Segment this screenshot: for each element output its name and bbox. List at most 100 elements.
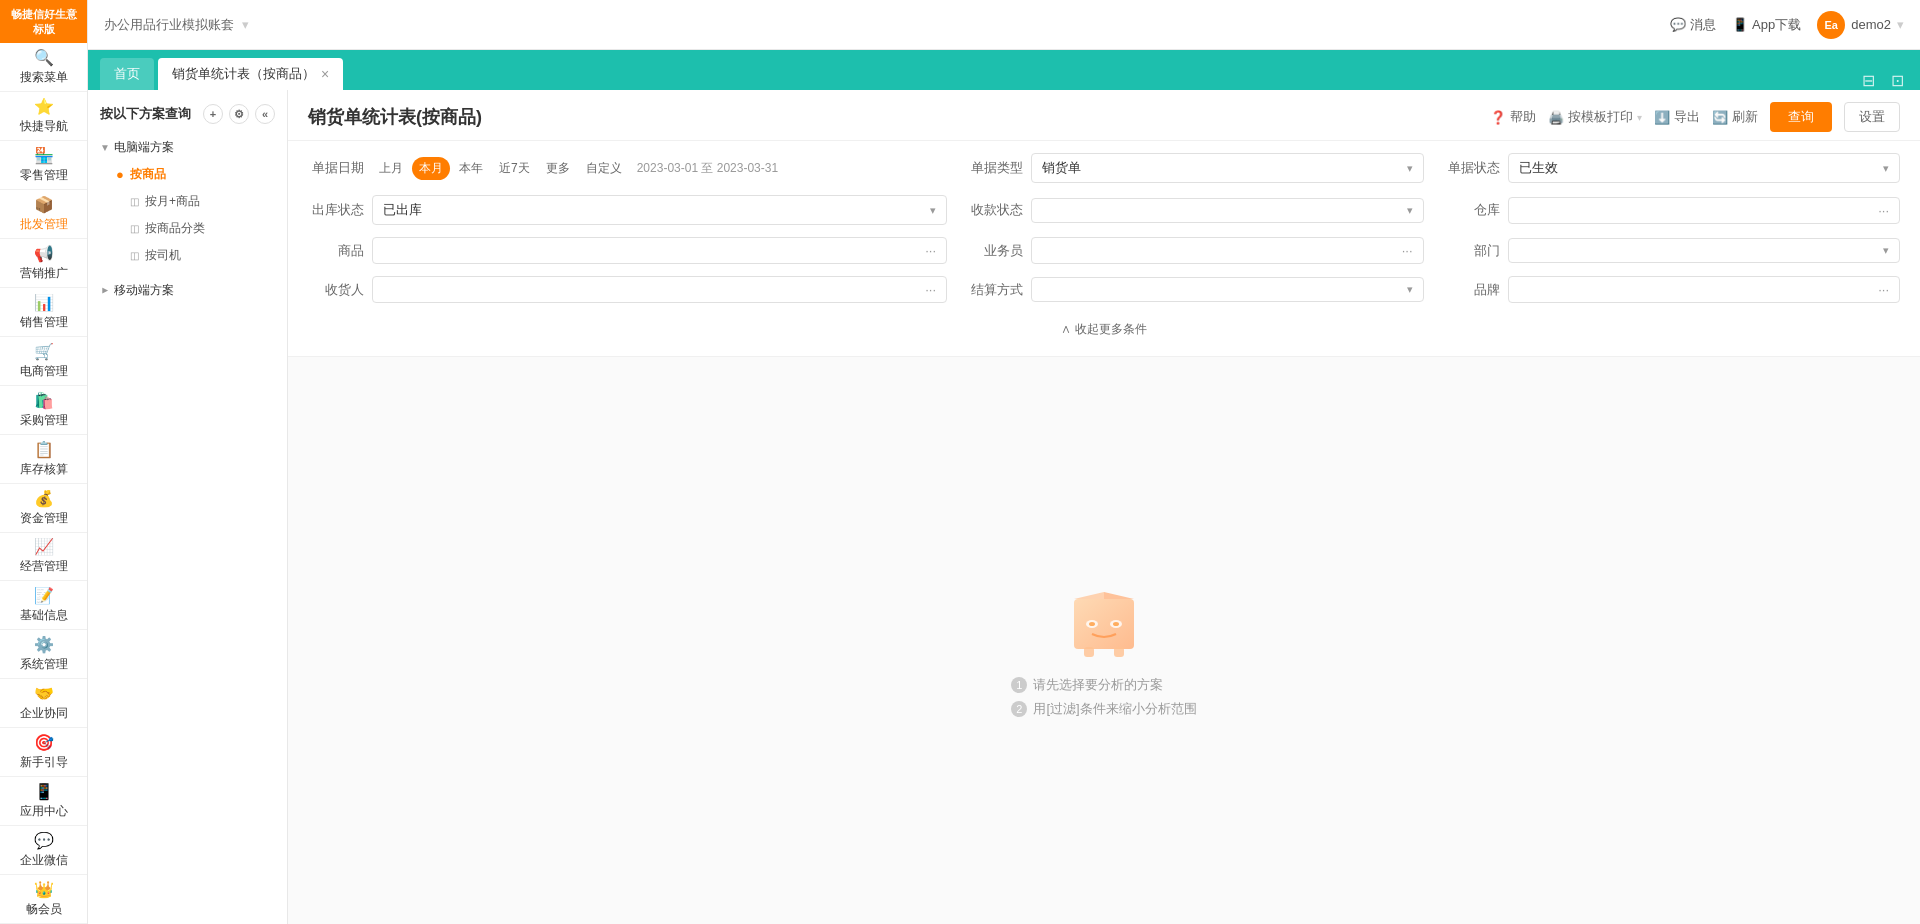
help-button[interactable]: ❓ 帮助 <box>1490 108 1536 126</box>
export-icon: ⬇️ <box>1654 110 1670 125</box>
empty-state: 1 请先选择要分析的方案 2 用[过滤]条件来缩小分析范围 <box>1011 564 1196 718</box>
filter-product: 商品 ··· <box>308 237 947 264</box>
settlement-control[interactable]: ▾ <box>1031 277 1423 302</box>
sidebar-icon-member: 👑 <box>34 880 54 899</box>
tab-maximize-button[interactable]: ⊡ <box>1887 71 1908 90</box>
settings-button[interactable]: 设置 <box>1844 102 1900 132</box>
tab-home[interactable]: 首页 <box>100 58 154 90</box>
tab-active[interactable]: 销货单统计表（按商品） × <box>158 58 343 90</box>
dept-control[interactable]: ▾ <box>1508 238 1900 263</box>
brand-label: 品牌 <box>1444 281 1500 299</box>
shortcut-this-month[interactable]: 本月 <box>412 157 450 180</box>
shortcut-7days[interactable]: 近7天 <box>492 157 537 180</box>
filter-brand: 品牌 ··· <box>1444 276 1900 303</box>
query-button[interactable]: 查询 <box>1770 102 1832 132</box>
warehouse-dots-icon: ··· <box>1878 203 1889 218</box>
sidebar-item-wholesale[interactable]: 📦批发管理 <box>0 190 87 239</box>
filter-row-1: 单据日期 上月 本月 本年 近7天 更多 自定义 2023-03-01 至 20… <box>308 153 1900 183</box>
sidebar-item-finance[interactable]: 💰资金管理 <box>0 484 87 533</box>
tree-item-by-category[interactable]: ◫ 按商品分类 <box>88 215 287 242</box>
collapse-filter-button[interactable]: ∧ 收起更多条件 <box>308 315 1900 344</box>
tree-group-pc: ▼ 电脑端方案 ● 按商品 ◫ 按月+商品 ◫ 按商品分类 ◫ 按司机 <box>88 130 287 273</box>
sidebar-item-ecommerce[interactable]: 🛒电商管理 <box>0 337 87 386</box>
user-avatar: Ea <box>1817 11 1845 39</box>
refresh-label: 刷新 <box>1732 108 1758 126</box>
tree-group-mobile: ▼ 移动端方案 <box>88 273 287 308</box>
settlement-label: 结算方式 <box>967 281 1023 299</box>
receiver-dots-icon: ··· <box>925 282 936 297</box>
sidebar-item-system[interactable]: ⚙️系统管理 <box>0 630 87 679</box>
filter-row-2: 出库状态 已出库 ▾ 收款状态 ▾ 仓库 <box>308 195 1900 225</box>
sidebar-item-operations[interactable]: 📈经营管理 <box>0 533 87 582</box>
print-chevron: ▾ <box>1637 112 1642 123</box>
panel-actions: + ⚙ « <box>203 104 275 124</box>
tree-group-mobile-label: 移动端方案 <box>114 282 174 299</box>
sidebar-item-quick[interactable]: ⭐快捷导航 <box>0 92 87 141</box>
panel-settings-button[interactable]: ⚙ <box>229 104 249 124</box>
sidebar-item-marketing[interactable]: 📢营销推广 <box>0 239 87 288</box>
sidebar-item-guide[interactable]: 🎯新手引导 <box>0 728 87 777</box>
tree-item-icon-category: ◫ <box>130 223 139 234</box>
product-control[interactable]: ··· <box>372 237 947 264</box>
sidebar-item-retail[interactable]: 🏪零售管理 <box>0 141 87 190</box>
tree-item-by-product[interactable]: ● 按商品 <box>88 161 287 188</box>
messages-button[interactable]: 💬 消息 <box>1670 16 1716 34</box>
brand-control[interactable]: ··· <box>1508 276 1900 303</box>
collect-arrow-icon: ▾ <box>1407 204 1413 217</box>
filter-row-4: 收货人 ··· 结算方式 ▾ 品牌 <box>308 276 1900 303</box>
tab-bar: 首页 销货单统计表（按商品） × ⊟ ⊡ <box>88 50 1920 90</box>
collect-status-control[interactable]: ▾ <box>1031 198 1423 223</box>
print-icon: 🖨️ <box>1548 110 1564 125</box>
refresh-button[interactable]: 🔄 刷新 <box>1712 108 1758 126</box>
tree-item-by-month-product[interactable]: ◫ 按月+商品 <box>88 188 287 215</box>
tree-group-pc-header[interactable]: ▼ 电脑端方案 <box>88 134 287 161</box>
sidebar-item-wechat[interactable]: 💬企业微信 <box>0 826 87 875</box>
template-print-button[interactable]: 🖨️ 按模板打印 ▾ <box>1548 108 1642 126</box>
panel-add-button[interactable]: + <box>203 104 223 124</box>
empty-tips: 1 请先选择要分析的方案 2 用[过滤]条件来缩小分析范围 <box>1011 676 1196 718</box>
receiver-control[interactable]: ··· <box>372 276 947 303</box>
sidebar-item-cooperation[interactable]: 🤝企业协同 <box>0 679 87 728</box>
user-profile[interactable]: Ea demo2 ▾ <box>1817 11 1904 39</box>
sidebar-label-retail: 零售管理 <box>20 167 68 184</box>
product-dots-icon: ··· <box>925 243 936 258</box>
staff-control[interactable]: ··· <box>1031 237 1423 264</box>
shortcut-last-month[interactable]: 上月 <box>372 157 410 180</box>
topbar-chevron: ▾ <box>242 17 249 32</box>
staff-label: 业务员 <box>967 242 1023 260</box>
active-tab-label: 销货单统计表（按商品） <box>172 65 315 83</box>
shortcut-more[interactable]: 更多 <box>539 157 577 180</box>
sidebar-item-sales[interactable]: 📊销售管理 <box>0 288 87 337</box>
date-filter-control: 上月 本月 本年 近7天 更多 自定义 2023-03-01 至 2023-03… <box>372 157 947 180</box>
shortcut-custom[interactable]: 自定义 <box>579 157 629 180</box>
export-button[interactable]: ⬇️ 导出 <box>1654 108 1700 126</box>
sidebar-item-member[interactable]: 👑畅会员 <box>0 875 87 924</box>
filter-settlement: 结算方式 ▾ <box>967 277 1423 302</box>
filter-type: 单据类型 销货单 ▾ <box>967 153 1423 183</box>
sidebar-item-basic[interactable]: 📝基础信息 <box>0 581 87 630</box>
shortcut-this-year[interactable]: 本年 <box>452 157 490 180</box>
panel-collapse-button[interactable]: « <box>255 104 275 124</box>
warehouse-control[interactable]: ··· <box>1508 197 1900 224</box>
sidebar: 畅捷信好生意 标版 🔍搜索菜单⭐快捷导航🏪零售管理📦批发管理📢营销推广📊销售管理… <box>0 0 88 924</box>
sidebar-item-search[interactable]: 🔍搜索菜单 <box>0 43 87 92</box>
tab-close-button[interactable]: × <box>321 67 329 81</box>
help-label: 帮助 <box>1510 108 1536 126</box>
app-download-button[interactable]: 📱 App下载 <box>1732 16 1801 34</box>
type-control[interactable]: 销货单 ▾ <box>1031 153 1423 183</box>
out-status-control[interactable]: 已出库 ▾ <box>372 195 947 225</box>
sidebar-item-purchase[interactable]: 🛍️采购管理 <box>0 386 87 435</box>
tree-item-by-cashier[interactable]: ◫ 按司机 <box>88 242 287 269</box>
filter-date: 单据日期 上月 本月 本年 近7天 更多 自定义 2023-03-01 至 20… <box>308 157 947 180</box>
tabbar-right: ⊟ ⊡ <box>1858 71 1908 90</box>
sidebar-item-inventory[interactable]: 📋库存核算 <box>0 435 87 484</box>
svg-point-3 <box>1089 622 1095 626</box>
svg-rect-0 <box>1074 599 1134 649</box>
tree-group-mobile-header[interactable]: ▼ 移动端方案 <box>88 277 287 304</box>
sidebar-item-apps[interactable]: 📱应用中心 <box>0 777 87 826</box>
tab-minimize-button[interactable]: ⊟ <box>1858 71 1879 90</box>
tip-num-1: 1 <box>1011 677 1027 693</box>
bill-status-control[interactable]: 已生效 ▾ <box>1508 153 1900 183</box>
logo-subtext: 标版 <box>33 22 55 36</box>
sidebar-icon-apps: 📱 <box>34 782 54 801</box>
